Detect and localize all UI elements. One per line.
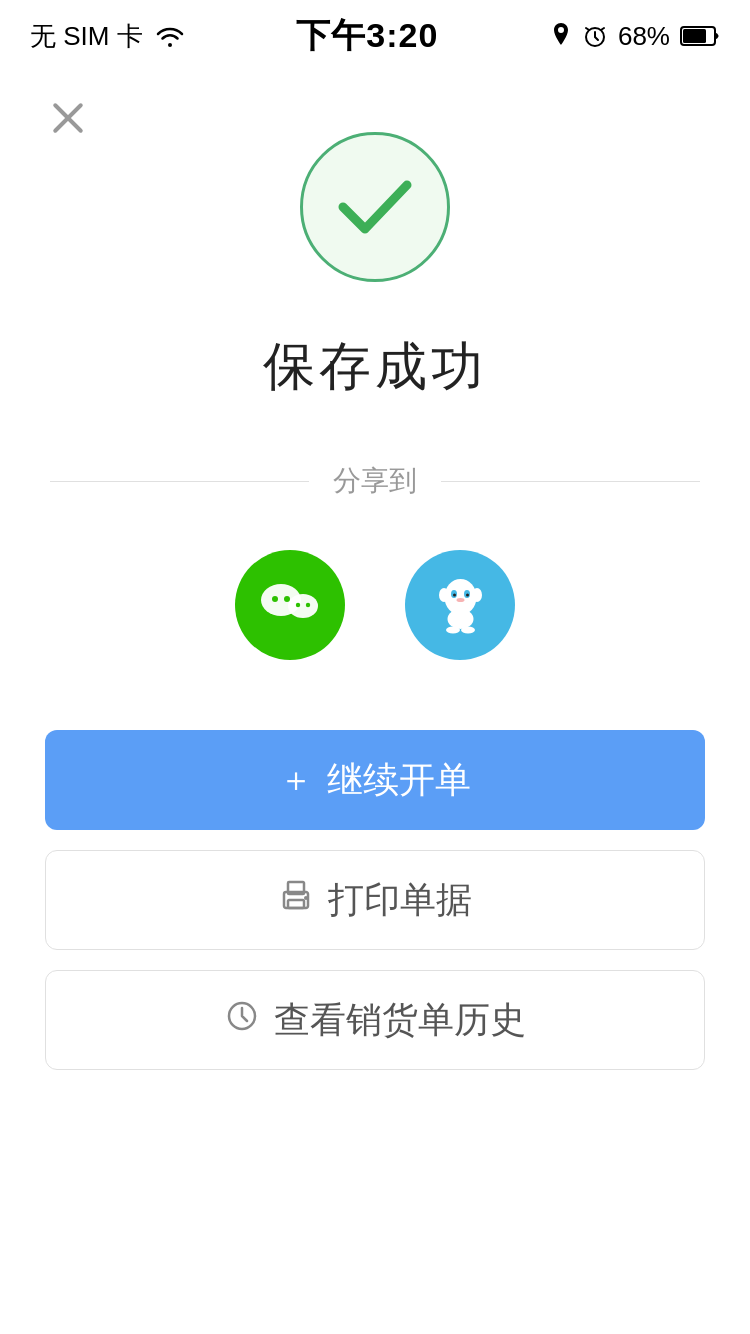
alarm-icon — [582, 23, 608, 49]
svg-point-17 — [456, 598, 464, 602]
svg-point-5 — [272, 596, 278, 602]
plus-icon: ＋ — [279, 757, 313, 803]
status-bar-right: 68% — [550, 21, 720, 52]
wifi-icon — [155, 25, 185, 47]
close-button[interactable] — [40, 90, 96, 146]
svg-point-11 — [472, 588, 482, 602]
svg-point-6 — [284, 596, 290, 602]
divider-text: 分享到 — [309, 462, 441, 500]
svg-point-10 — [439, 588, 449, 602]
checkmark-icon — [335, 177, 415, 237]
qq-icon — [428, 573, 493, 638]
wechat-icon — [255, 570, 325, 640]
continue-label: 继续开单 — [327, 756, 471, 805]
svg-point-8 — [306, 603, 310, 607]
action-buttons: ＋ 继续开单 打印单据 查看销货单历史 — [45, 730, 705, 1070]
share-icons-container — [235, 550, 515, 660]
svg-point-16 — [466, 593, 469, 596]
svg-point-19 — [461, 626, 475, 633]
history-button[interactable]: 查看销货单历史 — [45, 970, 705, 1070]
svg-rect-22 — [288, 900, 304, 908]
divider-line-right — [441, 481, 700, 482]
status-bar-left: 无 SIM 卡 — [30, 19, 185, 54]
svg-rect-2 — [683, 29, 706, 43]
print-label: 打印单据 — [328, 876, 472, 925]
history-label: 查看销货单历史 — [274, 996, 526, 1045]
continue-button[interactable]: ＋ 继续开单 — [45, 730, 705, 830]
svg-point-4 — [288, 594, 318, 618]
clock-icon — [224, 998, 260, 1042]
svg-point-7 — [296, 603, 300, 607]
main-content: 保存成功 分享到 — [0, 72, 750, 1070]
svg-point-15 — [453, 593, 456, 596]
status-bar: 无 SIM 卡 下午3:20 68% — [0, 0, 750, 72]
status-bar-time: 下午3:20 — [296, 13, 438, 59]
location-icon — [550, 23, 572, 49]
divider-line-left — [50, 481, 309, 482]
battery-text: 68% — [618, 21, 670, 52]
printer-svg — [278, 878, 314, 914]
success-title: 保存成功 — [263, 332, 487, 402]
success-circle — [300, 132, 450, 282]
print-button[interactable]: 打印单据 — [45, 850, 705, 950]
svg-point-18 — [446, 626, 460, 633]
clock-svg — [224, 998, 260, 1034]
share-divider: 分享到 — [0, 462, 750, 500]
battery-icon — [680, 25, 720, 47]
no-sim-text: 无 SIM 卡 — [30, 19, 143, 54]
printer-icon — [278, 878, 314, 922]
share-wechat-button[interactable] — [235, 550, 345, 660]
share-qq-button[interactable] — [405, 550, 515, 660]
svg-point-12 — [447, 609, 473, 629]
svg-point-23 — [304, 896, 308, 900]
